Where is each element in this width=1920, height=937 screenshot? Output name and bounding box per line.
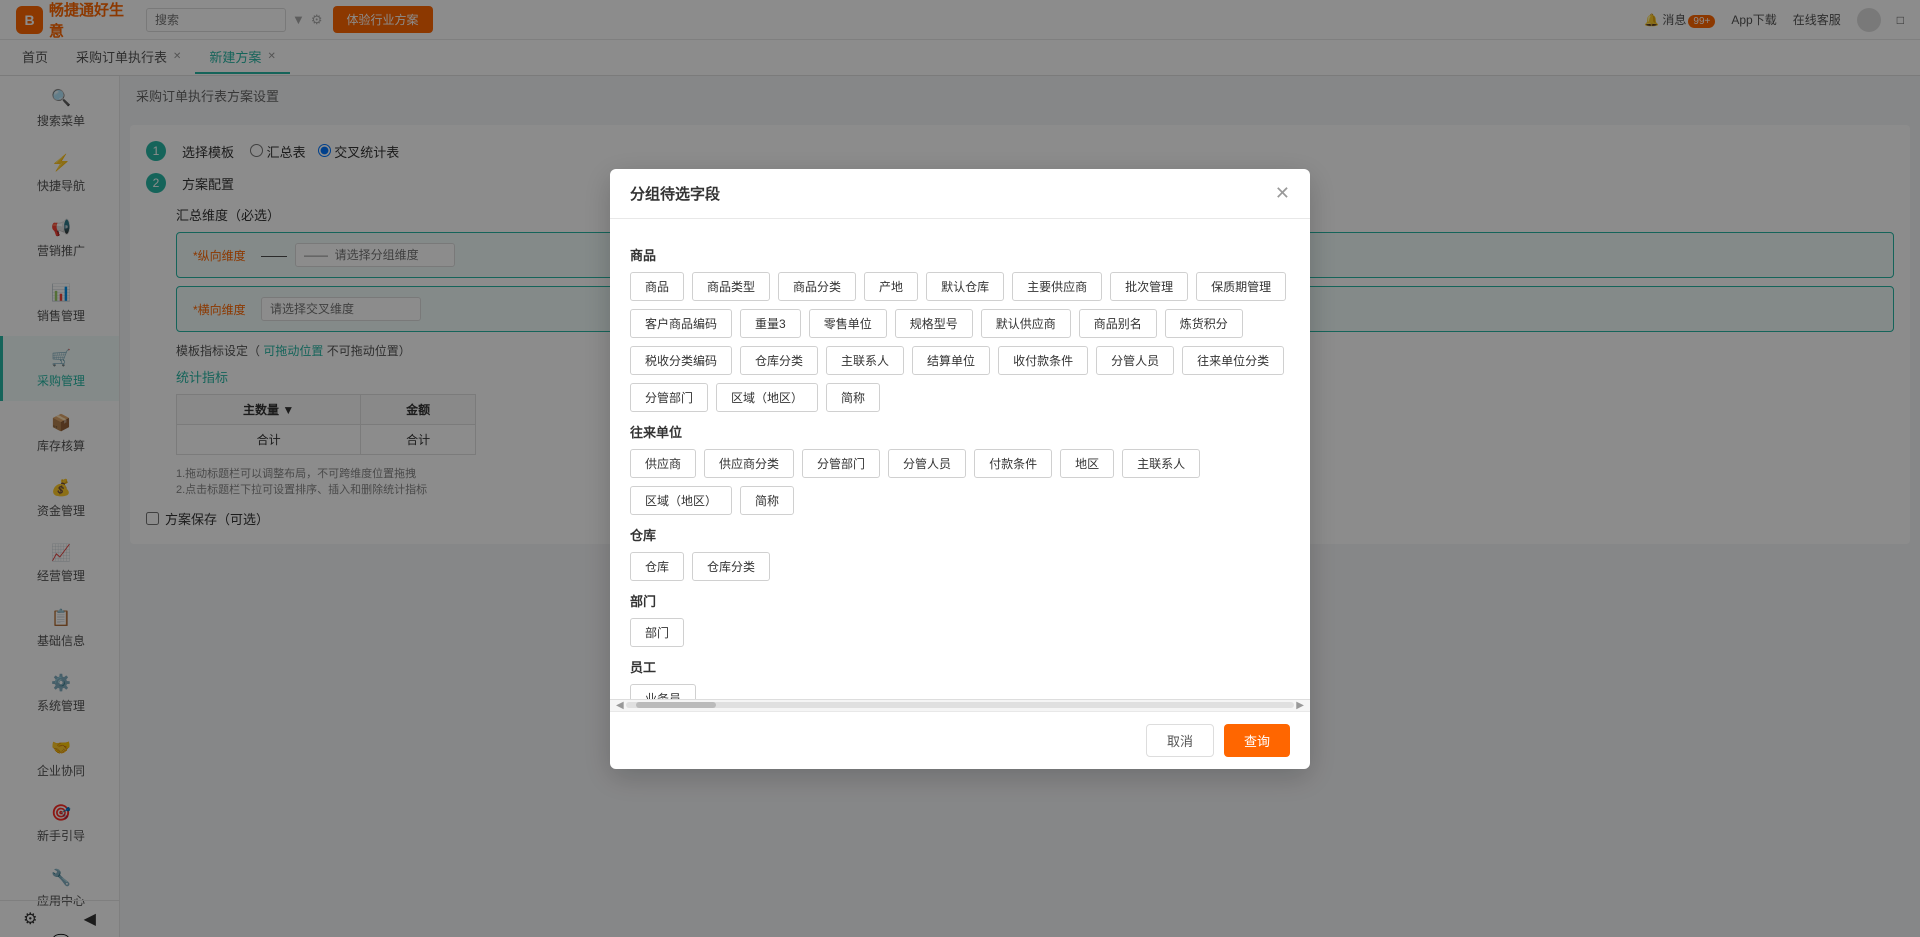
section-goods-title: 商品 xyxy=(630,245,1290,264)
field-short-name[interactable]: 简称 xyxy=(826,383,880,412)
field-default-supplier[interactable]: 默认供应商 xyxy=(981,309,1071,338)
field-region2[interactable]: 区域（地区） xyxy=(630,486,732,515)
field-weight3[interactable]: 重量3 xyxy=(740,309,801,338)
cancel-button[interactable]: 取消 xyxy=(1146,724,1214,757)
warehouse-fields: 仓库 仓库分类 xyxy=(630,552,1290,581)
partner-fields: 供应商 供应商分类 分管部门 分管人员 付款条件 地区 主联系人 区域（地区） … xyxy=(630,449,1290,515)
modal-title: 分组待选字段 xyxy=(630,183,720,204)
field-warehouse[interactable]: 仓库 xyxy=(630,552,684,581)
modal-body: 商品 商品 商品类型 商品分类 产地 默认仓库 主要供应商 批次管理 保质期管理… xyxy=(610,219,1310,699)
field-origin[interactable]: 产地 xyxy=(864,272,918,301)
section-warehouse-title: 仓库 xyxy=(630,525,1290,544)
scrollbar-thumb xyxy=(636,702,716,708)
field-warehouse-type[interactable]: 仓库分类 xyxy=(692,552,770,581)
modal-close-btn[interactable]: ✕ xyxy=(1275,183,1290,204)
field-main-contact[interactable]: 主联系人 xyxy=(826,346,904,375)
field-customer-code[interactable]: 客户商品编码 xyxy=(630,309,732,338)
employee-fields: 业务员 xyxy=(630,684,1290,699)
modal-header: 分组待选字段 ✕ xyxy=(610,169,1310,219)
field-short-name2[interactable]: 简称 xyxy=(740,486,794,515)
field-manager[interactable]: 分管人员 xyxy=(1096,346,1174,375)
field-unit-category[interactable]: 往来单位分类 xyxy=(1182,346,1284,375)
field-region[interactable]: 区域（地区） xyxy=(716,383,818,412)
field-default-warehouse[interactable]: 默认仓库 xyxy=(926,272,1004,301)
section-partner-title: 往来单位 xyxy=(630,422,1290,441)
dept-fields: 部门 xyxy=(630,618,1290,647)
field-district[interactable]: 地区 xyxy=(1060,449,1114,478)
scrollbar-track xyxy=(626,702,1295,708)
field-payment-terms[interactable]: 收付款条件 xyxy=(998,346,1088,375)
field-main-supplier[interactable]: 主要供应商 xyxy=(1012,272,1102,301)
field-shelf-life[interactable]: 保质期管理 xyxy=(1196,272,1286,301)
field-points[interactable]: 炼货积分 xyxy=(1165,309,1243,338)
field-department[interactable]: 部门 xyxy=(630,618,684,647)
field-main-contact2[interactable]: 主联系人 xyxy=(1122,449,1200,478)
section-dept-title: 部门 xyxy=(630,591,1290,610)
field-warehouse-category[interactable]: 仓库分类 xyxy=(740,346,818,375)
field-dept[interactable]: 分管部门 xyxy=(630,383,708,412)
field-salesperson[interactable]: 业务员 xyxy=(630,684,696,699)
confirm-button[interactable]: 查询 xyxy=(1224,724,1290,757)
field-supplier[interactable]: 供应商 xyxy=(630,449,696,478)
section-employee-title: 员工 xyxy=(630,657,1290,676)
field-select-modal: 分组待选字段 ✕ 商品 商品 商品类型 商品分类 产地 默认仓库 主要供应商 批… xyxy=(610,169,1310,769)
field-pay-terms[interactable]: 付款条件 xyxy=(974,449,1052,478)
modal-horizontal-scrollbar[interactable]: ◀ ▶ xyxy=(610,699,1310,711)
field-goods-type[interactable]: 商品类型 xyxy=(692,272,770,301)
field-goods-alias[interactable]: 商品别名 xyxy=(1079,309,1157,338)
field-managing-person[interactable]: 分管人员 xyxy=(888,449,966,478)
field-batch[interactable]: 批次管理 xyxy=(1110,272,1188,301)
field-retail-unit[interactable]: 零售单位 xyxy=(809,309,887,338)
field-supplier-category[interactable]: 供应商分类 xyxy=(704,449,794,478)
goods-fields: 商品 商品类型 商品分类 产地 默认仓库 主要供应商 批次管理 保质期管理 客户… xyxy=(630,272,1290,412)
field-goods[interactable]: 商品 xyxy=(630,272,684,301)
field-settlement-unit[interactable]: 结算单位 xyxy=(912,346,990,375)
field-managing-dept[interactable]: 分管部门 xyxy=(802,449,880,478)
field-goods-category[interactable]: 商品分类 xyxy=(778,272,856,301)
field-spec-model[interactable]: 规格型号 xyxy=(895,309,973,338)
modal-footer: 取消 查询 xyxy=(610,711,1310,769)
modal-overlay: 分组待选字段 ✕ 商品 商品 商品类型 商品分类 产地 默认仓库 主要供应商 批… xyxy=(0,0,1920,937)
field-tax-code[interactable]: 税收分类编码 xyxy=(630,346,732,375)
